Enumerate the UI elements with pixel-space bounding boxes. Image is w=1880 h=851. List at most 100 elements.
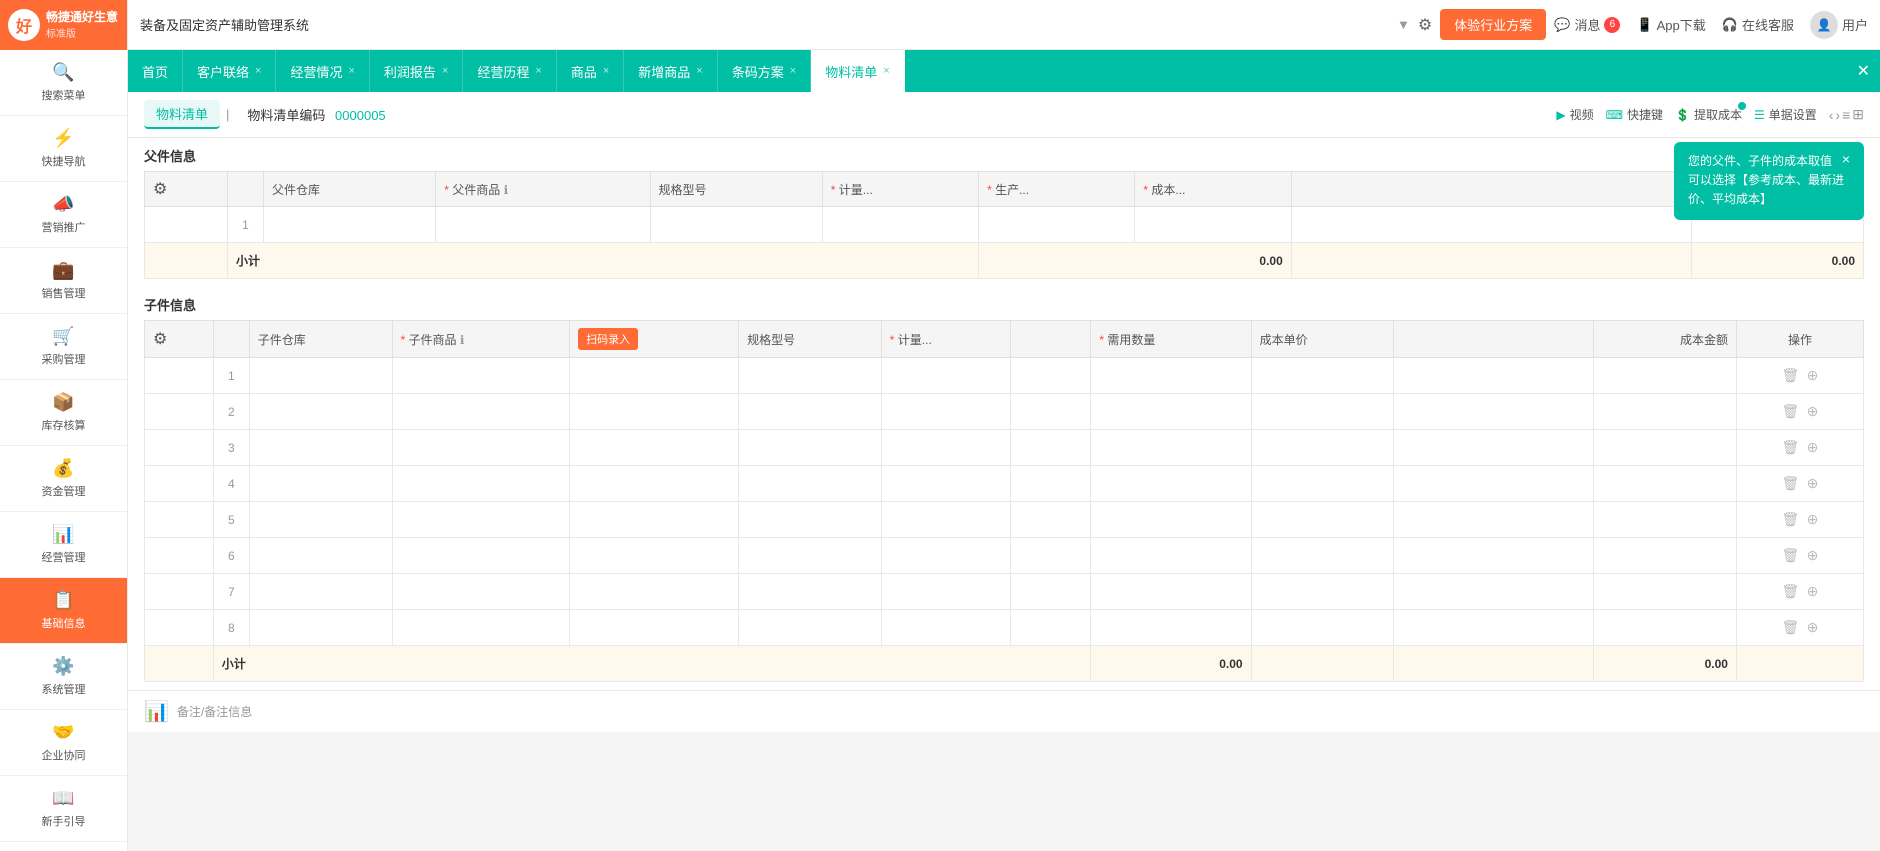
close-barcode-tab[interactable]: × <box>790 65 796 77</box>
child-col-spacer <box>1011 321 1091 358</box>
child-r1-unit-cost[interactable] <box>1251 358 1394 394</box>
tab-customers[interactable]: 客户联络 × <box>183 50 276 92</box>
delete-row6-button[interactable]: 🗑 <box>1782 547 1800 563</box>
experience-button[interactable]: 体验行业方案 <box>1440 9 1546 40</box>
sidebar-item-inventory[interactable]: 📦 库存核算 <box>0 380 127 446</box>
parent-col-settings[interactable]: ⚙ <box>145 172 228 207</box>
tab-new-product[interactable]: 新增商品 × <box>624 50 717 92</box>
message-button[interactable]: 💬 消息 6 <box>1554 15 1620 34</box>
parent-row1-cost[interactable] <box>1135 207 1291 243</box>
close-operation-tab[interactable]: × <box>348 65 354 77</box>
sub-tab-bom-list[interactable]: 物料清单 <box>144 100 220 129</box>
delete-row3-button[interactable]: 🗑 <box>1782 439 1800 455</box>
sub-tab-bom-code[interactable]: 物料清单编码 0000005 <box>235 101 397 128</box>
tab-profit[interactable]: 利润报告 × <box>370 50 463 92</box>
child-subtotal-amount: 0.00 <box>1594 646 1737 682</box>
sidebar-item-system[interactable]: ⚙️ 系统管理 <box>0 644 127 710</box>
nav-arrows: ‹ › ≡ ⊞ <box>1829 106 1864 123</box>
parent-row1-product[interactable] <box>436 207 650 243</box>
tab-operation-status[interactable]: 经营情况 × <box>276 50 369 92</box>
delete-row1-button[interactable]: 🗑 <box>1782 367 1800 383</box>
tooltip-close-button[interactable]: × <box>1842 152 1850 166</box>
parent-col-product: * 父件商品 ℹ <box>436 172 650 207</box>
close-bom-tab[interactable]: × <box>883 65 889 77</box>
book-icon: 📖 <box>52 788 74 809</box>
delete-row7-button[interactable]: 🗑 <box>1782 583 1800 599</box>
app-download-button[interactable]: 📱 App下载 <box>1636 15 1705 34</box>
tooltip-anchor <box>1738 102 1746 110</box>
next-arrow[interactable]: › <box>1835 107 1840 123</box>
close-customers-tab[interactable]: × <box>255 65 261 77</box>
child-row-5: 5 <box>145 502 1864 538</box>
message-icon: 💬 <box>1554 17 1570 33</box>
sidebar-item-purchase[interactable]: 🛒 采购管理 <box>0 314 127 380</box>
copy-row8-button[interactable]: ⊕ <box>1807 619 1819 635</box>
child-r1-qty[interactable] <box>1091 358 1251 394</box>
copy-row6-button[interactable]: ⊕ <box>1807 547 1819 563</box>
tab-products[interactable]: 商品 × <box>557 50 624 92</box>
delete-row2-button[interactable]: 🗑 <box>1782 403 1800 419</box>
expand-icon[interactable]: ≡ <box>1842 107 1850 123</box>
copy-row1-button[interactable]: ⊕ <box>1807 367 1819 383</box>
child-subtotal-label: 小计 <box>213 646 1091 682</box>
child-col-warehouse: 子件仓库 <box>249 321 392 358</box>
delete-row4-button[interactable]: 🗑 <box>1782 475 1800 491</box>
delete-row8-button[interactable]: 🗑 <box>1782 619 1800 635</box>
parent-subtotal-amount: 0.00 <box>1691 243 1863 279</box>
sub-tabs: 物料清单 | 物料清单编码 0000005 ▶ 视频 ⌨ <box>128 92 1880 138</box>
sidebar-item-collab[interactable]: 🤝 企业协同 <box>0 710 127 776</box>
extract-cost-button[interactable]: 💲 提取成本 <box>1675 106 1742 123</box>
sidebar: 好 畅捷通好生意 标准版 🔍 搜索菜单 ⚡ 快捷导航 📣 营销推广 💼 销售管理… <box>0 0 128 851</box>
child-col-settings[interactable]: ⚙ <box>145 321 214 358</box>
parent-row1-spec[interactable] <box>650 207 822 243</box>
sidebar-item-quick-nav[interactable]: ⚡ 快捷导航 <box>0 116 127 182</box>
child-r1-unit[interactable] <box>881 358 1011 394</box>
settings-icon[interactable]: ⚙ <box>1418 15 1432 35</box>
parent-row1-warehouse[interactable] <box>264 207 436 243</box>
tab-barcode[interactable]: 条码方案 × <box>718 50 811 92</box>
copy-row4-button[interactable]: ⊕ <box>1807 475 1819 491</box>
close-all-tabs[interactable]: ✕ <box>1847 50 1880 92</box>
keyboard-icon: ⌨ <box>1606 108 1623 122</box>
tab-bom[interactable]: 物料清单 × <box>811 50 904 92</box>
child-r1-product[interactable] <box>392 358 570 394</box>
delete-row5-button[interactable]: 🗑 <box>1782 511 1800 527</box>
child-r1-spacer <box>1011 358 1091 394</box>
online-service-button[interactable]: 🎧 在线客服 <box>1722 15 1794 34</box>
sidebar-item-sales[interactable]: 💼 销售管理 <box>0 248 127 314</box>
sidebar-item-guide[interactable]: 📖 新手引导 <box>0 776 127 842</box>
sidebar-item-marketing[interactable]: 📣 营销推广 <box>0 182 127 248</box>
copy-row5-button[interactable]: ⊕ <box>1807 511 1819 527</box>
sidebar-item-finance[interactable]: 💰 资金管理 <box>0 446 127 512</box>
sidebar-item-basic[interactable]: 📋 基础信息 <box>0 578 127 644</box>
close-products-tab[interactable]: × <box>603 65 609 77</box>
copy-row3-button[interactable]: ⊕ <box>1807 439 1819 455</box>
parent-col-production: * 生产... <box>979 172 1135 207</box>
child-col-qty: * 需用数量 <box>1091 321 1251 358</box>
prev-arrow[interactable]: ‹ <box>1829 107 1834 123</box>
copy-row2-button[interactable]: ⊕ <box>1807 403 1819 419</box>
tab-history[interactable]: 经营历程 × <box>463 50 556 92</box>
sidebar-item-operation[interactable]: 📊 经营管理 <box>0 512 127 578</box>
grid-icon[interactable]: ⊞ <box>1852 106 1864 123</box>
toolbar: ▶ 视频 ⌨ 快捷键 💲 提取成本 <box>1556 106 1864 123</box>
parent-row1-production[interactable] <box>979 207 1135 243</box>
parent-row1-unit[interactable] <box>822 207 978 243</box>
child-r1-spec[interactable] <box>739 358 882 394</box>
tab-home[interactable]: 首页 <box>128 50 183 92</box>
child-r1-warehouse[interactable] <box>249 358 392 394</box>
shortcut-button[interactable]: ⌨ 快捷键 <box>1606 106 1663 123</box>
close-profit-tab[interactable]: × <box>442 65 448 77</box>
view-video-button[interactable]: ▶ 视频 <box>1556 106 1593 123</box>
close-new-product-tab[interactable]: × <box>696 65 702 77</box>
child-col-product: * 子件商品 ℹ <box>392 321 570 358</box>
user-menu-button[interactable]: 👤 用户 <box>1810 11 1868 39</box>
doc-settings-button[interactable]: ☰ 单据设置 <box>1754 106 1817 123</box>
scan-button[interactable]: 扫码录入 <box>578 328 638 350</box>
sidebar-item-search[interactable]: 🔍 搜索菜单 <box>0 50 127 116</box>
logo-icon: 好 <box>8 9 40 41</box>
close-history-tab[interactable]: × <box>535 65 541 77</box>
copy-row7-button[interactable]: ⊕ <box>1807 583 1819 599</box>
parent-col-unit: * 计量... <box>822 172 978 207</box>
child-row-2: 2 <box>145 394 1864 430</box>
